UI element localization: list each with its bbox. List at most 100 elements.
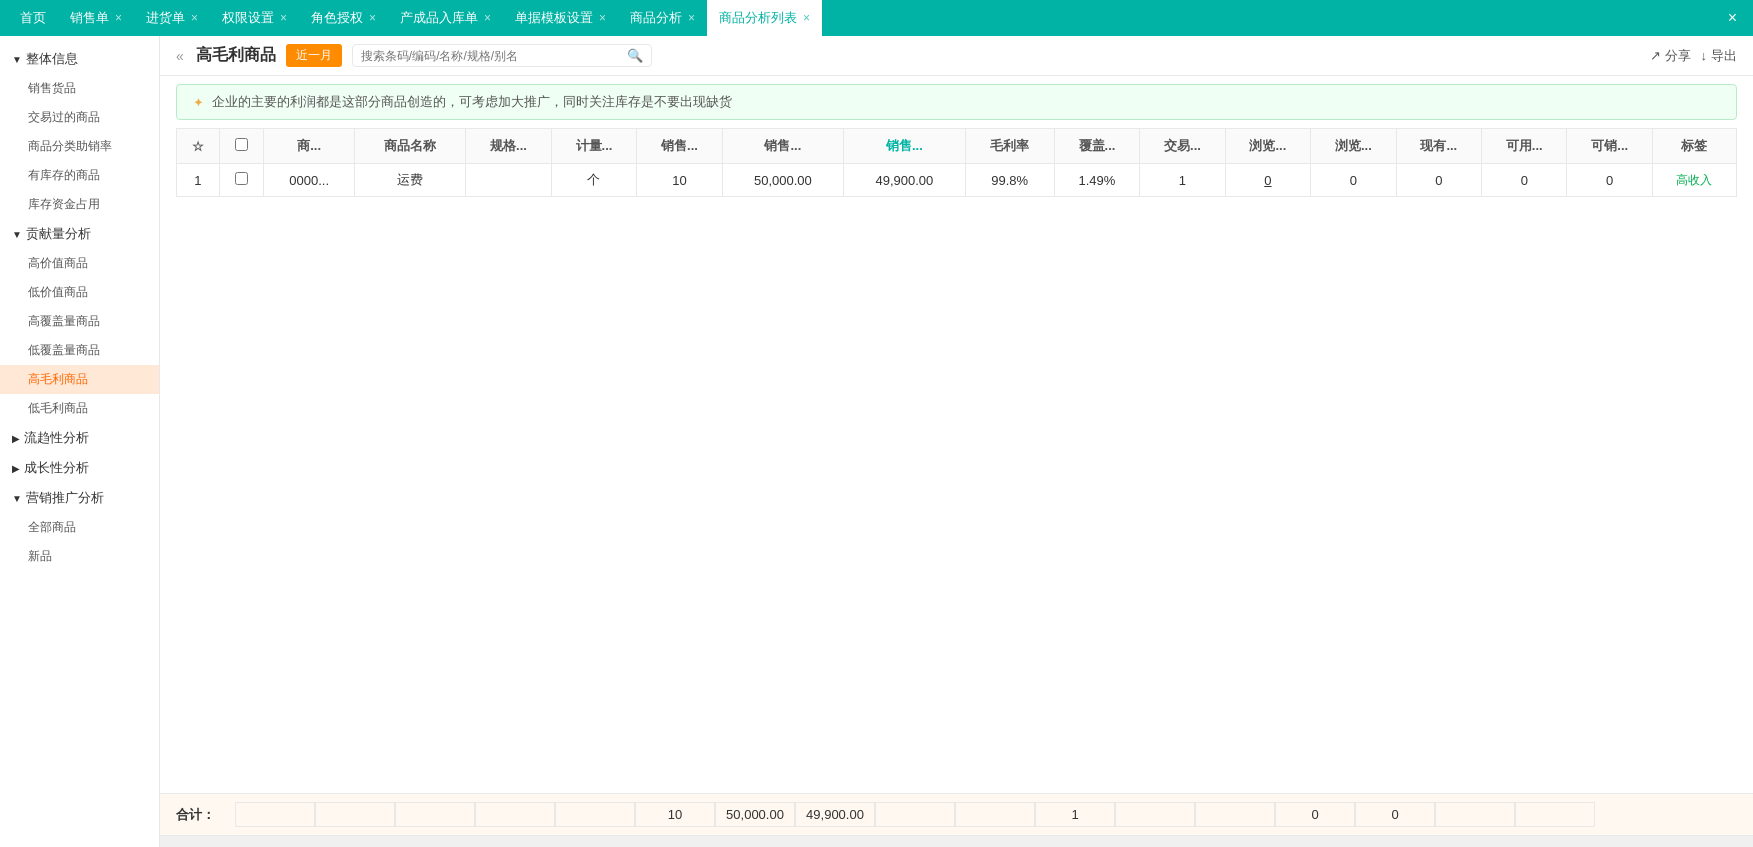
cell-sales-amount: 50,000.00: [722, 164, 843, 197]
arrow-growth: ▶: [12, 463, 20, 474]
table-header-row: ☆ 商... 商品名称 规格... 计量... 销售... 销售... 销售..…: [177, 129, 1737, 164]
col-coverage[interactable]: 覆盖...: [1054, 129, 1140, 164]
close-permission-tab[interactable]: ×: [280, 11, 287, 25]
sidebar-item-all-goods[interactable]: 全部商品: [0, 513, 159, 542]
close-sales-tab[interactable]: ×: [115, 11, 122, 25]
sidebar-item-high-coverage[interactable]: 高覆盖量商品: [0, 307, 159, 336]
sidebar-item-low-margin[interactable]: 低毛利商品: [0, 394, 159, 423]
nav-sales[interactable]: 销售单 ×: [58, 0, 134, 36]
footer-cell-16: [1515, 802, 1595, 827]
info-banner: ✦ 企业的主要的利润都是这部分商品创造的，可考虑加大推广，同时关注库存是不要出现…: [176, 84, 1737, 120]
horizontal-scrollbar[interactable]: [160, 835, 1753, 847]
col-sales-qty-label: 销售...: [661, 138, 698, 153]
close-window-button[interactable]: ×: [1720, 9, 1745, 27]
close-template-tab[interactable]: ×: [599, 11, 606, 25]
col-transaction[interactable]: 交易...: [1140, 129, 1225, 164]
top-navigation: 首页 销售单 × 进货单 × 权限设置 × 角色授权 × 产成品入库单 × 单据…: [0, 0, 1753, 36]
cell-name[interactable]: 运费: [354, 164, 465, 197]
col-star[interactable]: ☆: [177, 129, 220, 164]
sidebar-section-contribution[interactable]: ▼ 贡献量分析: [0, 219, 159, 249]
cell-code[interactable]: 0000...: [264, 164, 354, 197]
main-layout: ▼ 整体信息 销售货品 交易过的商品 商品分类助销率 有库存的商品 库存资金占用…: [0, 36, 1753, 847]
cell-current-stock: 0: [1396, 164, 1481, 197]
data-table: ☆ 商... 商品名称 规格... 计量... 销售... 销售... 销售..…: [176, 128, 1737, 197]
sidebar-item-high-margin[interactable]: 高毛利商品: [0, 365, 159, 394]
search-input[interactable]: [361, 49, 623, 63]
table-wrapper: ☆ 商... 商品名称 规格... 计量... 销售... 销售... 销售..…: [160, 128, 1753, 793]
footer-cell-3: [475, 802, 555, 827]
cell-checkbox[interactable]: [219, 164, 264, 197]
sidebar-item-low-value[interactable]: 低价值商品: [0, 278, 159, 307]
export-button[interactable]: ↓ 导出: [1701, 47, 1738, 65]
nav-role[interactable]: 角色授权 ×: [299, 0, 388, 36]
sidebar-section-marketing[interactable]: ▼ 营销推广分析: [0, 483, 159, 513]
close-analysis-list-tab[interactable]: ×: [803, 11, 810, 25]
col-gross-margin-label: 毛利率: [990, 138, 1029, 153]
sidebar-item-traded-goods[interactable]: 交易过的商品: [0, 103, 159, 132]
footer-cell-2: [395, 802, 475, 827]
col-tag[interactable]: 标签: [1652, 129, 1736, 164]
sidebar-section-trend-label: 流趋性分析: [24, 429, 89, 447]
footer-cells: 10 50,000.00 49,900.00 1 0 0: [235, 802, 1737, 827]
col-sales-qty[interactable]: 销售...: [637, 129, 722, 164]
footer-cell-12: [1195, 802, 1275, 827]
col-browse2[interactable]: 浏览...: [1311, 129, 1396, 164]
col-code[interactable]: 商...: [264, 129, 354, 164]
sidebar-item-stock-capital[interactable]: 库存资金占用: [0, 190, 159, 219]
collapse-sidebar-button[interactable]: «: [176, 48, 184, 64]
sidebar: ▼ 整体信息 销售货品 交易过的商品 商品分类助销率 有库存的商品 库存资金占用…: [0, 36, 160, 847]
sidebar-item-in-stock[interactable]: 有库存的商品: [0, 161, 159, 190]
sidebar-item-high-value[interactable]: 高价值商品: [0, 249, 159, 278]
cell-saleable: 0: [1567, 164, 1652, 197]
sidebar-section-growth[interactable]: ▶ 成长性分析: [0, 453, 159, 483]
row-checkbox[interactable]: [235, 172, 248, 185]
sidebar-item-category-rate[interactable]: 商品分类助销率: [0, 132, 159, 161]
nav-permission[interactable]: 权限设置 ×: [210, 0, 299, 36]
select-all-checkbox[interactable]: [235, 138, 248, 151]
col-available[interactable]: 可用...: [1482, 129, 1567, 164]
close-purchase-tab[interactable]: ×: [191, 11, 198, 25]
footer-cell-saleable: 0: [1355, 802, 1435, 827]
sidebar-item-sales-goods[interactable]: 销售货品: [0, 74, 159, 103]
sidebar-section-trend[interactable]: ▶ 流趋性分析: [0, 423, 159, 453]
nav-product-analysis[interactable]: 商品分析 ×: [618, 0, 707, 36]
col-browse1-label: 浏览...: [1249, 138, 1286, 153]
col-saleable-label: 可销...: [1591, 138, 1628, 153]
nav-template[interactable]: 单据模板设置 ×: [503, 0, 618, 36]
sidebar-item-low-coverage[interactable]: 低覆盖量商品: [0, 336, 159, 365]
search-icon[interactable]: 🔍: [627, 48, 643, 63]
nav-product-analysis-list[interactable]: 商品分析列表 ×: [707, 0, 822, 36]
footer-cell-0: [235, 802, 315, 827]
col-browse1[interactable]: 浏览...: [1225, 129, 1310, 164]
col-sales-profit-label: 销售...: [886, 138, 923, 153]
filter-recent-month-button[interactable]: 近一月: [286, 44, 342, 67]
col-name[interactable]: 商品名称: [354, 129, 465, 164]
col-gross-margin[interactable]: 毛利率: [965, 129, 1054, 164]
close-role-tab[interactable]: ×: [369, 11, 376, 25]
close-product-inbound-tab[interactable]: ×: [484, 11, 491, 25]
col-checkbox[interactable]: [219, 129, 264, 164]
sidebar-item-new-goods[interactable]: 新品: [0, 542, 159, 571]
col-sales-amount[interactable]: 销售...: [722, 129, 843, 164]
col-coverage-label: 覆盖...: [1079, 138, 1116, 153]
cell-available: 0: [1482, 164, 1567, 197]
nav-home[interactable]: 首页: [8, 0, 58, 36]
share-button[interactable]: ↗ 分享: [1650, 47, 1691, 65]
search-box[interactable]: 🔍: [352, 44, 652, 67]
col-unit[interactable]: 计量...: [551, 129, 636, 164]
cell-browse1[interactable]: 0: [1225, 164, 1310, 197]
cell-unit: 个: [551, 164, 636, 197]
cell-browse2: 0: [1311, 164, 1396, 197]
col-spec[interactable]: 规格...: [466, 129, 551, 164]
col-current-stock-label: 现有...: [1420, 138, 1457, 153]
col-current-stock[interactable]: 现有...: [1396, 129, 1481, 164]
footer-cell-9: [955, 802, 1035, 827]
arrow-overall: ▼: [12, 54, 22, 65]
col-sales-profit[interactable]: 销售...: [844, 129, 965, 164]
col-saleable[interactable]: 可销...: [1567, 129, 1652, 164]
close-analysis-tab[interactable]: ×: [688, 11, 695, 25]
nav-purchase[interactable]: 进货单 ×: [134, 0, 210, 36]
nav-product-inbound[interactable]: 产成品入库单 ×: [388, 0, 503, 36]
export-label: 导出: [1711, 47, 1737, 65]
sidebar-section-overall[interactable]: ▼ 整体信息: [0, 44, 159, 74]
